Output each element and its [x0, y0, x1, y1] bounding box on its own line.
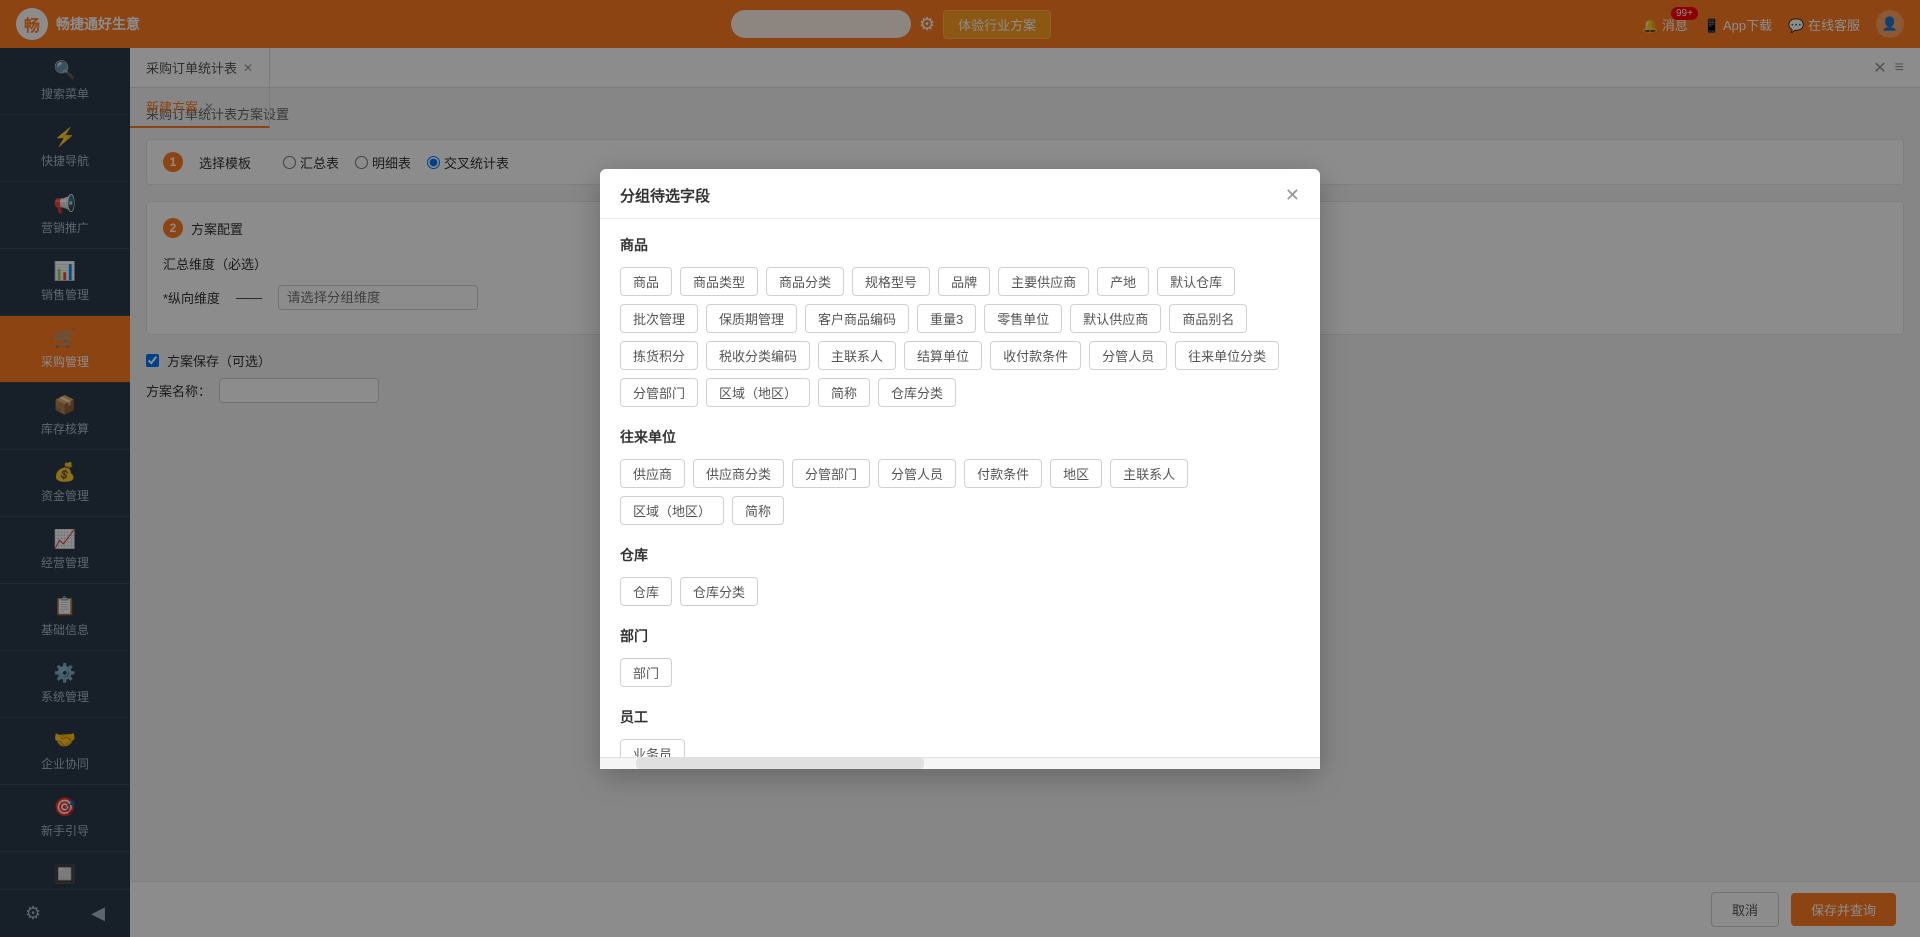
- field-section-1: 往来单位供应商供应商分类分管部门分管人员付款条件地区主联系人区域（地区） 简称: [620, 427, 1300, 525]
- field-tag-1-2[interactable]: 分管部门: [792, 459, 870, 488]
- field-tag-0-14[interactable]: 商品别名: [1169, 304, 1247, 333]
- field-tag-0-22[interactable]: 分管部门: [620, 378, 698, 407]
- field-tag-0-21[interactable]: 往来单位分类: [1175, 341, 1279, 370]
- field-tag-0-8[interactable]: 批次管理: [620, 304, 698, 333]
- field-tag-0-10[interactable]: 客户商品编码: [805, 304, 909, 333]
- modal: 分组待选字段 ✕ 商品商品商品类型商品分类规格型号品牌主要供应商产地默认仓库批次…: [600, 169, 1320, 769]
- field-tag-0-17[interactable]: 主联系人: [818, 341, 896, 370]
- section-title-1: 往来单位: [620, 427, 1300, 447]
- field-tags-1: 供应商供应商分类分管部门分管人员付款条件地区主联系人区域（地区） 简称: [620, 459, 1300, 525]
- field-tag-2-1[interactable]: 仓库分类: [680, 577, 758, 606]
- field-tag-2-0[interactable]: 仓库: [620, 577, 672, 606]
- modal-close-btn[interactable]: ✕: [1285, 186, 1300, 204]
- field-tag-1-3[interactable]: 分管人员: [878, 459, 956, 488]
- field-tag-0-15[interactable]: 拣货积分: [620, 341, 698, 370]
- field-tag-1-0[interactable]: 供应商: [620, 459, 685, 488]
- field-tag-1-1[interactable]: 供应商分类: [693, 459, 784, 488]
- field-tag-0-24[interactable]: 简称: [818, 378, 870, 407]
- modal-body[interactable]: 商品商品商品类型商品分类规格型号品牌主要供应商产地默认仓库批次管理保质期管理客户…: [600, 219, 1320, 757]
- field-tag-0-6[interactable]: 产地: [1097, 267, 1149, 296]
- field-tag-0-13[interactable]: 默认供应商: [1070, 304, 1161, 333]
- modal-title: 分组待选字段: [620, 185, 710, 206]
- modal-scroll-bottom[interactable]: [600, 757, 1320, 769]
- field-tag-0-23[interactable]: 区域（地区）: [706, 378, 810, 407]
- field-tag-1-5[interactable]: 地区: [1050, 459, 1102, 488]
- field-tags-3: 部门: [620, 658, 1300, 687]
- field-tag-0-1[interactable]: 商品类型: [680, 267, 758, 296]
- field-tag-0-0[interactable]: 商品: [620, 267, 672, 296]
- field-tag-1-7[interactable]: 区域（地区）: [620, 496, 724, 525]
- modal-header: 分组待选字段 ✕: [600, 169, 1320, 219]
- field-tag-1-6[interactable]: 主联系人: [1110, 459, 1188, 488]
- field-tag-0-16[interactable]: 税收分类编码: [706, 341, 810, 370]
- field-tag-0-11[interactable]: 重量3: [917, 304, 976, 333]
- modal-overlay[interactable]: 分组待选字段 ✕ 商品商品商品类型商品分类规格型号品牌主要供应商产地默认仓库批次…: [0, 0, 1920, 937]
- field-tag-0-12[interactable]: 零售单位: [984, 304, 1062, 333]
- field-tag-3-0[interactable]: 部门: [620, 658, 672, 687]
- field-tag-4-0[interactable]: 业务员: [620, 739, 685, 757]
- field-section-0: 商品商品商品类型商品分类规格型号品牌主要供应商产地默认仓库批次管理保质期管理客户…: [620, 235, 1300, 407]
- field-tag-0-5[interactable]: 主要供应商: [998, 267, 1089, 296]
- section-title-3: 部门: [620, 626, 1300, 646]
- field-tag-0-4[interactable]: 品牌: [938, 267, 990, 296]
- field-tag-0-9[interactable]: 保质期管理: [706, 304, 797, 333]
- field-tag-0-18[interactable]: 结算单位: [904, 341, 982, 370]
- field-tag-0-2[interactable]: 商品分类: [766, 267, 844, 296]
- field-tag-0-7[interactable]: 默认仓库: [1157, 267, 1235, 296]
- field-section-3: 部门部门: [620, 626, 1300, 687]
- field-tags-0: 商品商品类型商品分类规格型号品牌主要供应商产地默认仓库批次管理保质期管理客户商品…: [620, 267, 1300, 407]
- field-section-4: 员工业务员: [620, 707, 1300, 757]
- field-tag-0-3[interactable]: 规格型号: [852, 267, 930, 296]
- section-title-2: 仓库: [620, 545, 1300, 565]
- field-tag-0-20[interactable]: 分管人员: [1089, 341, 1167, 370]
- field-section-2: 仓库仓库仓库分类: [620, 545, 1300, 606]
- field-tag-1-4[interactable]: 付款条件: [964, 459, 1042, 488]
- field-tag-0-19[interactable]: 收付款条件: [990, 341, 1081, 370]
- field-tag-0-25[interactable]: 仓库分类: [878, 378, 956, 407]
- section-title-4: 员工: [620, 707, 1300, 727]
- field-tags-2: 仓库仓库分类: [620, 577, 1300, 606]
- section-title-0: 商品: [620, 235, 1300, 255]
- field-tag-1-8[interactable]: 简称: [732, 496, 784, 525]
- field-tags-4: 业务员: [620, 739, 1300, 757]
